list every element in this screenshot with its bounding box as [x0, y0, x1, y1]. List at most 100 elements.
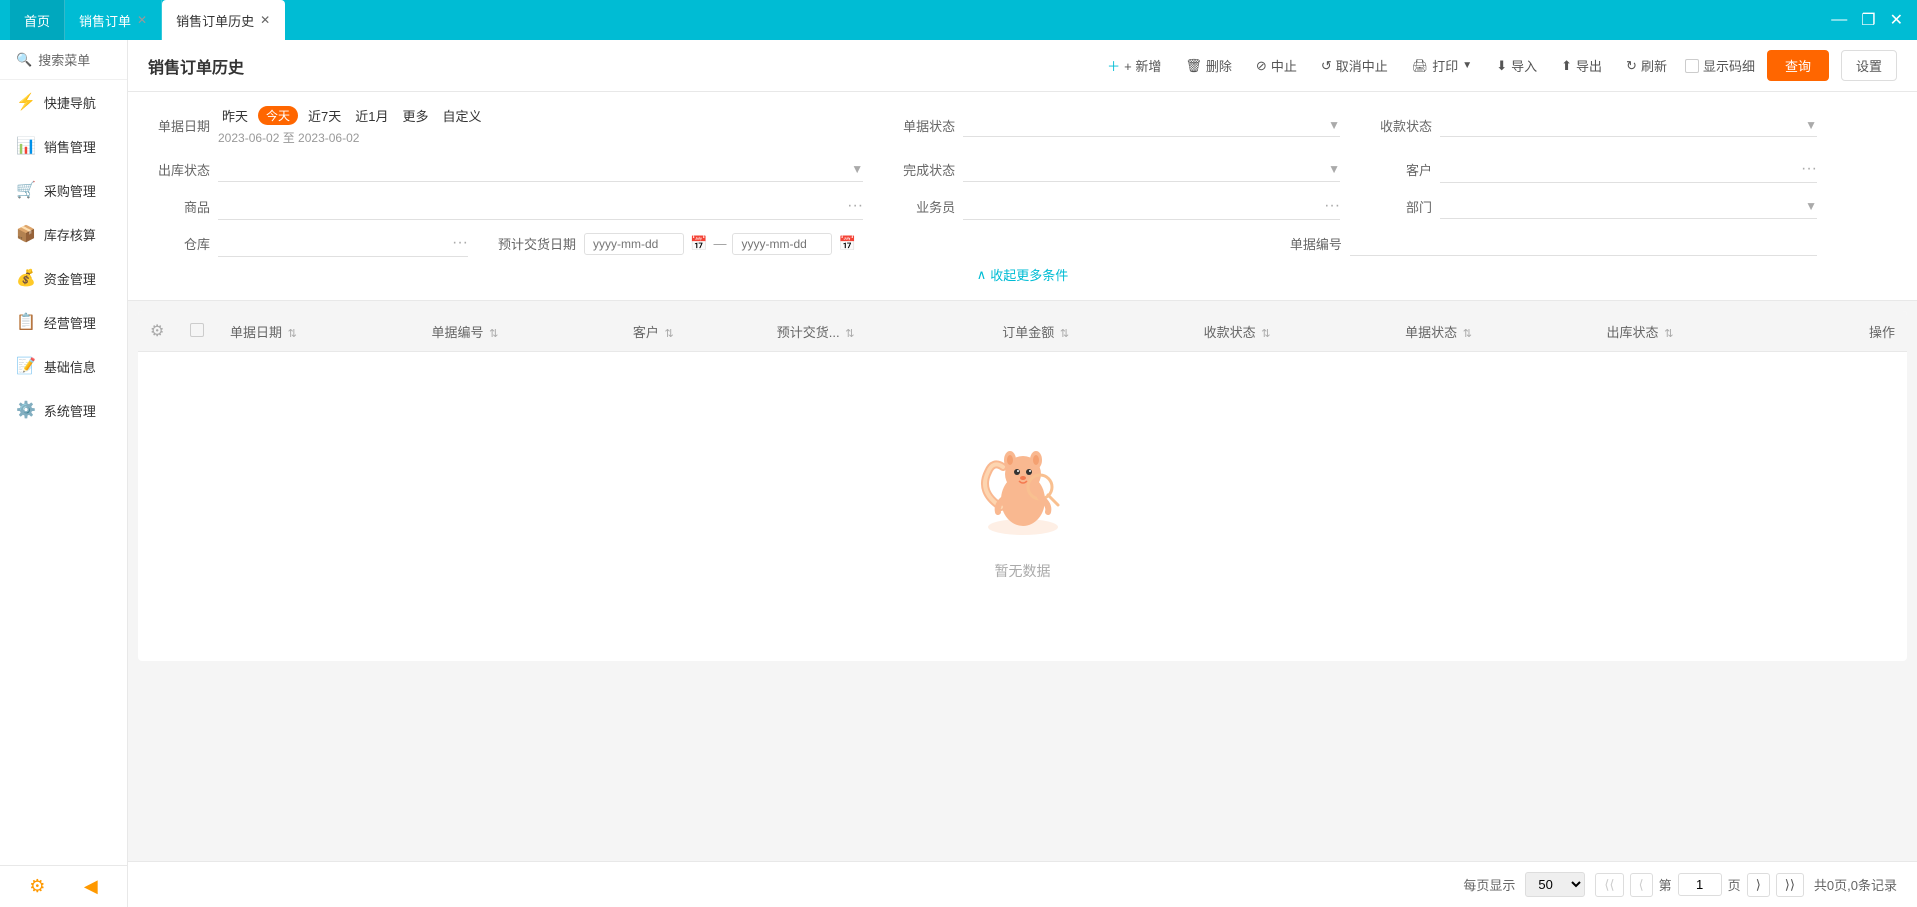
tab-sales-order-close[interactable]: ✕ — [137, 13, 147, 27]
window-close-icon[interactable]: ✕ — [1886, 6, 1907, 34]
payment-status-arrow-icon: ▼ — [1805, 118, 1817, 132]
page-next-button[interactable]: ⟩ — [1747, 873, 1770, 897]
sidebar-item-inventory[interactable]: 📦 库存核算 — [0, 212, 127, 256]
order-no-input[interactable] — [1350, 236, 1817, 251]
payment-status-input[interactable] — [1440, 117, 1805, 132]
page-first-button[interactable]: ⟨⟨ — [1595, 873, 1623, 897]
th-expected-delivery-sort-icon[interactable]: ⇅ — [845, 328, 854, 340]
customer-control[interactable]: ··· — [1440, 156, 1817, 183]
th-customer-sort-icon[interactable]: ⇅ — [665, 328, 674, 340]
refresh-button[interactable]: ↻ 刷新 — [1620, 52, 1673, 79]
tab-sales-order-history-close[interactable]: ✕ — [260, 13, 270, 27]
table-settings-icon[interactable]: ⚙ — [150, 323, 164, 340]
filter-row-2: 出库状态 ▼ 完成状态 ▼ 客户 — [148, 156, 1897, 183]
th-outbound-status-sort-icon[interactable]: ⇅ — [1664, 328, 1673, 340]
stop-button[interactable]: ⊘ 中止 — [1250, 52, 1303, 79]
date-today-badge[interactable]: 今天 — [258, 106, 298, 125]
goods-input[interactable] — [218, 199, 847, 214]
payment-status-control[interactable]: ▼ — [1440, 113, 1817, 137]
warehouse-input[interactable] — [218, 236, 452, 251]
page-number-input[interactable] — [1678, 873, 1722, 896]
new-button[interactable]: ＋ + 新增 — [1101, 52, 1167, 79]
query-button[interactable]: 查询 — [1767, 50, 1829, 81]
date-yesterday-btn[interactable]: 昨天 — [218, 104, 252, 127]
order-status-arrow-icon: ▼ — [1328, 118, 1340, 132]
th-date-sort-icon[interactable]: ⇅ — [288, 328, 297, 340]
display-col-checkbox[interactable] — [1685, 59, 1699, 73]
warehouse-dots-icon[interactable]: ··· — [452, 234, 468, 252]
stop-label: 中止 — [1271, 56, 1297, 75]
department-input[interactable] — [1440, 199, 1805, 214]
sidebar-item-purchase-mgmt-label: 采购管理 — [44, 181, 96, 200]
date-last-month-btn[interactable]: 近1月 — [351, 104, 392, 127]
date-custom-btn[interactable]: 自定义 — [439, 104, 486, 127]
stop-icon: ⊘ — [1256, 58, 1267, 74]
complete-status-control[interactable]: ▼ — [963, 158, 1340, 182]
salesperson-input[interactable] — [963, 199, 1324, 214]
complete-status-input[interactable] — [963, 162, 1328, 177]
export-button[interactable]: ⬆ 导出 — [1555, 52, 1608, 79]
department-arrow-icon: ▼ — [1805, 199, 1817, 213]
tab-sales-order-history[interactable]: 销售订单历史 ✕ — [162, 0, 285, 40]
print-button[interactable]: 🖨 打印 ▼ — [1406, 52, 1478, 79]
delete-button[interactable]: 🗑 删除 — [1179, 52, 1238, 79]
refresh-label: 刷新 — [1641, 56, 1667, 75]
date-to-cal-icon[interactable]: 📅 — [838, 235, 855, 252]
collapse-button[interactable]: ∧ 收起更多条件 — [148, 261, 1897, 288]
delivery-date-to[interactable] — [732, 233, 832, 255]
import-button[interactable]: ⬇ 导入 — [1490, 52, 1543, 79]
cancel-stop-button[interactable]: ↺ 取消中止 — [1315, 52, 1394, 79]
window-restore-icon[interactable]: ❐ — [1857, 6, 1879, 34]
tab-home[interactable]: 首页 — [10, 0, 65, 40]
display-col-toggle[interactable]: 显示码细 — [1685, 56, 1755, 75]
sidebar-item-search-menu[interactable]: 🔍 搜索菜单 — [0, 40, 127, 80]
export-icon: ⬆ — [1561, 58, 1572, 74]
sidebar-item-basic-info[interactable]: 📝 基础信息 — [0, 344, 127, 388]
sidebar-settings-icon[interactable]: ⚙ — [29, 876, 45, 897]
payment-status-label: 收款状态 — [1370, 116, 1440, 135]
warehouse-label: 仓库 — [148, 234, 218, 253]
department-control[interactable]: ▼ — [1440, 195, 1817, 219]
sidebar-bottom: ⚙ ◀ — [0, 865, 127, 907]
sidebar-item-quick-nav-label: 快捷导航 — [44, 93, 96, 112]
goods-control[interactable]: ··· — [218, 193, 863, 220]
order-status-input[interactable] — [963, 117, 1328, 132]
warehouse-control[interactable]: ··· — [218, 230, 468, 257]
order-status-control[interactable]: ▼ — [963, 113, 1340, 137]
th-operation-label: 操作 — [1869, 325, 1895, 340]
salesperson-dots-icon[interactable]: ··· — [1324, 197, 1340, 215]
customer-input[interactable] — [1440, 162, 1801, 177]
sidebar-item-operations[interactable]: 📋 经营管理 — [0, 300, 127, 344]
sidebar-collapse-icon[interactable]: ◀ — [84, 876, 98, 897]
page-last-button[interactable]: ⟩⟩ — [1776, 873, 1804, 897]
th-settings: ⚙ — [138, 311, 178, 352]
sidebar-item-sales-mgmt[interactable]: 📊 销售管理 — [0, 124, 127, 168]
select-all-checkbox[interactable] — [190, 323, 204, 337]
filter-row-4: 仓库 ··· 预计交货日期 📅 — 📅 — [148, 230, 1897, 257]
page-size-select[interactable]: 50 10 20 100 — [1525, 872, 1585, 897]
sidebar-item-sales-mgmt-label: 销售管理 — [44, 137, 96, 156]
sidebar-item-quick-nav[interactable]: ⚡ 快捷导航 — [0, 80, 127, 124]
outbound-status-input[interactable] — [218, 162, 851, 177]
window-minimize-icon[interactable]: — — [1827, 7, 1851, 33]
date-more-btn[interactable]: 更多 — [399, 104, 433, 127]
page-prev-button[interactable]: ⟨ — [1630, 873, 1653, 897]
sidebar-item-sys-mgmt[interactable]: ⚙️ 系统管理 — [0, 388, 127, 432]
th-payment-status-sort-icon[interactable]: ⇅ — [1261, 328, 1270, 340]
order-no-control[interactable] — [1350, 232, 1817, 256]
th-order-amount-sort-icon[interactable]: ⇅ — [1060, 328, 1069, 340]
date-last7-btn[interactable]: 近7天 — [304, 104, 345, 127]
th-order-status-sort-icon[interactable]: ⇅ — [1463, 328, 1472, 340]
customer-dots-icon[interactable]: ··· — [1801, 160, 1817, 178]
setting-button[interactable]: 设置 — [1841, 50, 1897, 81]
sidebar-item-purchase-mgmt[interactable]: 🛒 采购管理 — [0, 168, 127, 212]
outbound-status-control[interactable]: ▼ — [218, 158, 863, 182]
delivery-date-from[interactable] — [584, 233, 684, 255]
salesperson-control[interactable]: ··· — [963, 193, 1340, 220]
goods-dots-icon[interactable]: ··· — [847, 197, 863, 215]
date-from-cal-icon[interactable]: 📅 — [690, 235, 707, 252]
tab-sales-order[interactable]: 销售订单 ✕ — [65, 0, 162, 40]
th-order-no-sort-icon[interactable]: ⇅ — [489, 328, 498, 340]
sidebar-item-finance[interactable]: 💰 资金管理 — [0, 256, 127, 300]
complete-status-label: 完成状态 — [893, 160, 963, 179]
